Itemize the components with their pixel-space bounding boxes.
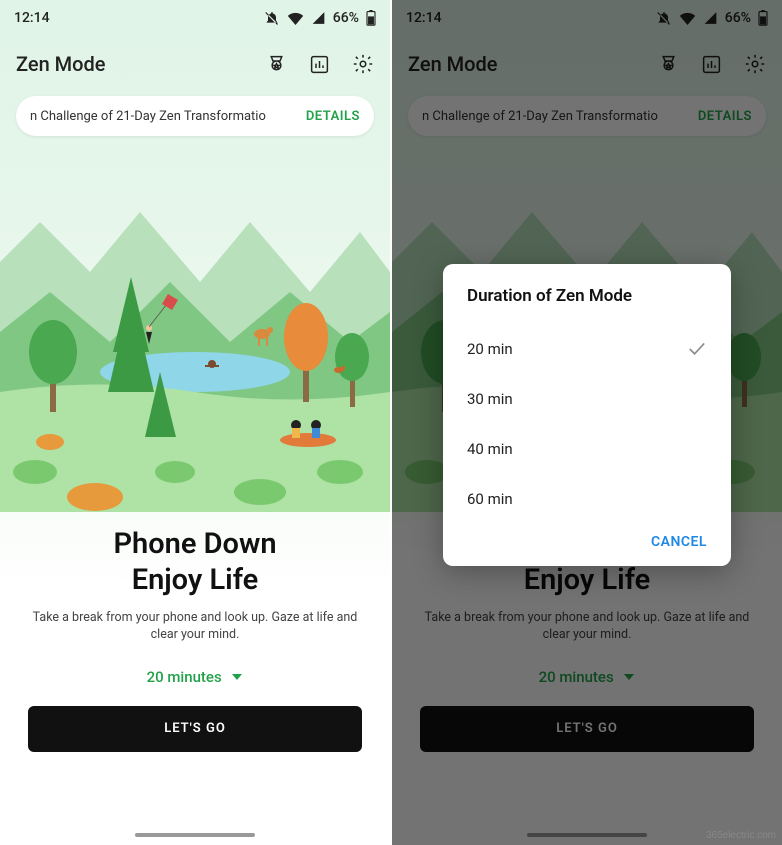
option-label: 60 min xyxy=(467,490,513,508)
lets-go-button[interactable]: LET'S GO xyxy=(28,706,362,752)
option-label: 20 min xyxy=(467,340,513,358)
duration-value: 20 minutes xyxy=(147,668,222,686)
challenge-banner[interactable]: n Challenge of 21-Day Zen Transformatio … xyxy=(16,96,374,136)
duration-option-40[interactable]: 40 min xyxy=(467,424,707,474)
dialog-title: Duration of Zen Mode xyxy=(467,286,707,306)
settings-icon[interactable] xyxy=(352,53,374,75)
hero-text: Phone Down Enjoy Life Take a break from … xyxy=(0,526,390,644)
check-icon xyxy=(687,341,707,357)
duration-option-30[interactable]: 30 min xyxy=(467,374,707,424)
notification-off-icon xyxy=(264,10,280,26)
option-label: 30 min xyxy=(467,390,513,408)
battery-pct: 66% xyxy=(333,10,359,26)
duration-dialog: Duration of Zen Mode 20 min 30 min 40 mi… xyxy=(443,264,731,566)
duration-option-60[interactable]: 60 min xyxy=(467,474,707,524)
chevron-down-icon xyxy=(231,668,243,686)
status-icons: 66% xyxy=(264,10,376,26)
phone-right: 12:14 66% Zen Mode xyxy=(392,0,782,845)
hero-line2: Enjoy Life xyxy=(132,563,259,597)
duration-selector[interactable]: 20 minutes xyxy=(0,668,390,686)
app-header: Zen Mode xyxy=(0,36,390,92)
signal-icon xyxy=(311,11,326,25)
phone-left: 12:14 66% Zen Mode xyxy=(0,0,390,845)
hero-sub: Take a break from your phone and look up… xyxy=(28,609,362,644)
hero-line1: Phone Down xyxy=(113,527,276,561)
illustration xyxy=(0,142,390,512)
medal-icon[interactable] xyxy=(266,54,287,75)
battery-icon xyxy=(366,10,376,26)
stats-icon[interactable] xyxy=(309,54,330,75)
option-label: 40 min xyxy=(467,440,513,458)
banner-text: n Challenge of 21-Day Zen Transformatio xyxy=(30,109,296,124)
status-bar: 12:14 66% xyxy=(0,0,390,36)
page-title: Zen Mode xyxy=(16,52,106,76)
cancel-button[interactable]: CANCEL xyxy=(467,534,707,550)
duration-option-20[interactable]: 20 min xyxy=(467,324,707,374)
wifi-icon xyxy=(287,11,304,25)
home-indicator[interactable] xyxy=(135,833,255,837)
watermark: 365electric.com xyxy=(706,830,776,841)
status-time: 12:14 xyxy=(14,10,50,26)
details-link[interactable]: DETAILS xyxy=(306,109,360,124)
header-actions xyxy=(266,53,374,75)
